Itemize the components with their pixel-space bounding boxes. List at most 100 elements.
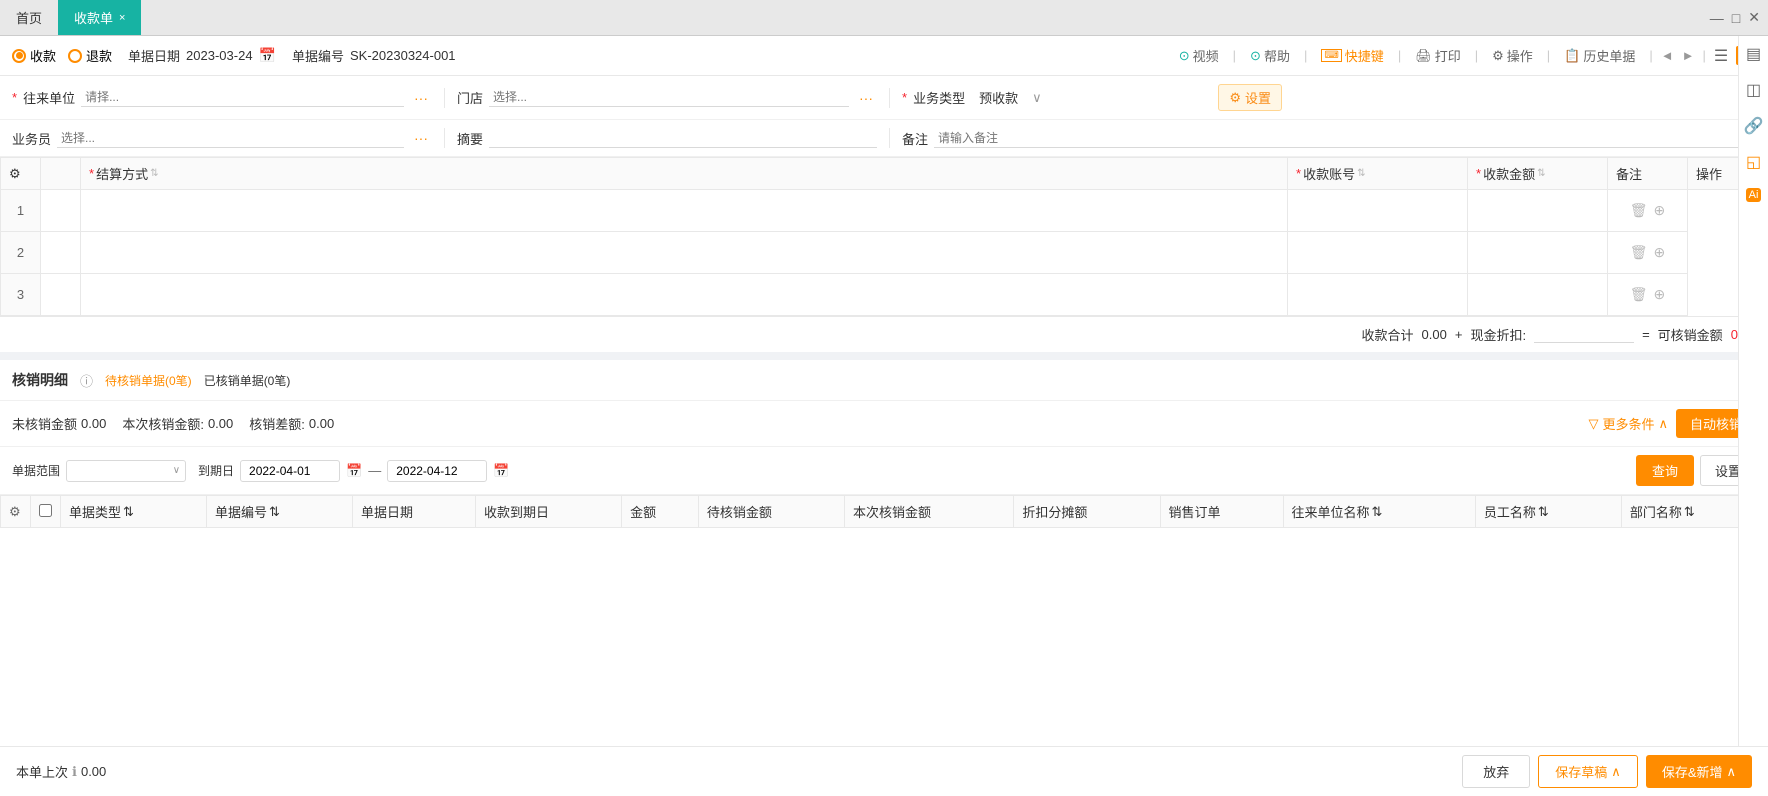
tab-close-icon[interactable]: × xyxy=(119,12,125,24)
store-more-icon[interactable]: ··· xyxy=(855,90,877,106)
row-amount-1[interactable] xyxy=(1288,190,1468,232)
row-action-1: 🗑 ⊕ xyxy=(1608,190,1688,232)
delete-icon-2[interactable]: 🗑 xyxy=(1630,244,1648,261)
staff-more-icon[interactable]: ··· xyxy=(410,130,432,146)
partner-sort-icon[interactable]: ⇅ xyxy=(1372,504,1383,520)
save-new-button[interactable]: 保存&新增 ∧ xyxy=(1646,755,1752,788)
sidebar-table-icon[interactable]: ▤ xyxy=(1746,44,1761,64)
copy-icon-2[interactable]: ⊕ xyxy=(1654,244,1666,261)
sidebar-link-icon[interactable]: 🔗 xyxy=(1744,116,1764,136)
more-conditions-btn[interactable]: ▽ 更多条件 ∧ xyxy=(1588,414,1668,433)
row-remark-1[interactable] xyxy=(1468,190,1608,232)
row-account-3[interactable] xyxy=(81,274,1288,316)
save-draft-button[interactable]: 保存草稿 ∧ xyxy=(1538,755,1638,788)
th-doc-type-label: 单据类型 xyxy=(69,502,121,521)
date-value[interactable]: 2023-03-24 xyxy=(186,48,253,63)
shortcut-btn[interactable]: ⌨ 快捷键 xyxy=(1315,44,1389,67)
doc-type-sort-icon[interactable]: ⇅ xyxy=(123,504,134,520)
range-field: 单据范围 ∨ xyxy=(12,460,186,482)
close-icon[interactable]: ✕ xyxy=(1748,9,1760,26)
partner-input[interactable] xyxy=(81,88,404,107)
summary-input[interactable] xyxy=(489,129,877,148)
row-payment-3[interactable] xyxy=(41,274,81,316)
nav-right-icon[interactable]: ► xyxy=(1682,48,1695,63)
th-account: * 收款账号 ⇅ xyxy=(1288,158,1468,190)
info-icon[interactable]: ⓘ xyxy=(80,371,93,390)
sort-icon[interactable]: ⇅ xyxy=(150,168,158,179)
minimize-icon[interactable]: — xyxy=(1710,10,1724,26)
account-sort-icon[interactable]: ⇅ xyxy=(1357,168,1365,179)
delete-icon-1[interactable]: 🗑 xyxy=(1630,202,1648,219)
history-btn[interactable]: 📋 历史单据 xyxy=(1558,44,1641,67)
due-date-to-input[interactable] xyxy=(387,460,487,482)
restore-icon[interactable]: □ xyxy=(1732,10,1740,26)
due-date-from-input[interactable] xyxy=(240,460,340,482)
current-value: 0.00 xyxy=(208,416,233,431)
remark-field: 备注 xyxy=(902,129,1756,148)
bottom-gear-icon[interactable]: ⚙ xyxy=(9,504,21,519)
row-payment-1[interactable] xyxy=(41,190,81,232)
main-container: 收款 退款 单据日期 2023-03-24 📅 单据编号 SK-20230324… xyxy=(0,36,1768,796)
staff-input[interactable] xyxy=(57,129,404,148)
dept-sort-icon[interactable]: ⇅ xyxy=(1684,504,1695,520)
row-remark-2[interactable] xyxy=(1468,232,1608,274)
remark-input[interactable] xyxy=(934,129,1756,148)
row-amount-3[interactable] xyxy=(1288,274,1468,316)
divider-2 xyxy=(889,88,890,108)
radio-refund[interactable]: 退款 xyxy=(68,46,112,65)
tab-home[interactable]: 首页 xyxy=(0,0,58,35)
th-staff-name: 员工名称 ⇅ xyxy=(1475,496,1621,528)
radio-refund-dot xyxy=(68,49,82,63)
date-label: 单据日期 xyxy=(128,46,180,65)
calendar-icon[interactable]: 📅 xyxy=(259,47,276,64)
row-remark-3[interactable] xyxy=(1468,274,1608,316)
discount-input[interactable] xyxy=(1534,327,1634,343)
calendar-from-icon[interactable]: 📅 xyxy=(346,463,362,479)
th-doc-date: 单据日期 xyxy=(353,496,476,528)
range-label: 单据范围 xyxy=(12,462,60,479)
doc-num-sort-icon[interactable]: ⇅ xyxy=(269,504,280,520)
help-btn[interactable]: ⊙ 帮助 xyxy=(1244,44,1296,67)
discard-button[interactable]: 放弃 xyxy=(1462,755,1530,788)
number-value[interactable]: SK-20230324-001 xyxy=(350,48,456,63)
nav-left-icon[interactable]: ◄ xyxy=(1661,48,1674,63)
range-select-wrapper: ∨ xyxy=(66,460,186,482)
order-label: 本单上次 xyxy=(16,762,68,781)
th-action-label: 操作 xyxy=(1696,167,1722,182)
range-select[interactable] xyxy=(66,460,186,482)
tab-receipt[interactable]: 收款单 × xyxy=(58,0,141,35)
pending-tab[interactable]: 待核销单据(0笔) xyxy=(105,372,192,389)
gear-icon: ⚙ xyxy=(1229,90,1241,106)
table-row: 1 🗑 ⊕ xyxy=(1,190,1768,232)
store-input[interactable] xyxy=(489,88,849,107)
partner-more-icon[interactable]: ··· xyxy=(410,90,432,106)
row-account-2[interactable] xyxy=(81,232,1288,274)
print-btn[interactable]: 🖨 打印 xyxy=(1409,44,1467,67)
operation-btn[interactable]: ⚙ 操作 xyxy=(1486,44,1539,67)
delete-icon-3[interactable]: 🗑 xyxy=(1630,286,1648,303)
sidebar-ai-label[interactable]: Ai xyxy=(1746,188,1762,202)
amount-sort-icon[interactable]: ⇅ xyxy=(1537,168,1545,179)
calendar-to-icon[interactable]: 📅 xyxy=(493,463,509,479)
sidebar-doc-icon[interactable]: ◫ xyxy=(1746,80,1761,100)
biz-type-dropdown-icon[interactable]: ∨ xyxy=(1032,90,1042,106)
form-row-1: * 往来单位 ··· 门店 ··· * 业务类型 预收款 ∨ ⚙ 设置 xyxy=(0,76,1768,120)
row-account-1[interactable] xyxy=(81,190,1288,232)
select-all-checkbox[interactable] xyxy=(39,504,52,517)
th-settings[interactable]: ⚙ xyxy=(1,158,41,190)
settings-gear-icon[interactable]: ⚙ xyxy=(9,166,21,181)
settings-button[interactable]: ⚙ 设置 xyxy=(1218,84,1282,111)
th-dept-label: 部门名称 xyxy=(1630,502,1682,521)
completed-tab[interactable]: 已核销单据(0笔) xyxy=(204,372,291,389)
plus-sign: + xyxy=(1455,327,1463,342)
copy-icon-3[interactable]: ⊕ xyxy=(1654,286,1666,303)
query-btn[interactable]: 查询 xyxy=(1636,455,1694,486)
sidebar-expand-icon[interactable]: ◱ xyxy=(1746,152,1761,172)
row-payment-2[interactable] xyxy=(41,232,81,274)
video-btn[interactable]: ⊙ 视频 xyxy=(1173,44,1225,67)
copy-icon-1[interactable]: ⊕ xyxy=(1654,202,1666,219)
staff-sort-icon[interactable]: ⇅ xyxy=(1538,504,1549,520)
list-view-icon[interactable]: ☰ xyxy=(1714,46,1728,66)
row-amount-2[interactable] xyxy=(1288,232,1468,274)
radio-income[interactable]: 收款 xyxy=(12,46,56,65)
